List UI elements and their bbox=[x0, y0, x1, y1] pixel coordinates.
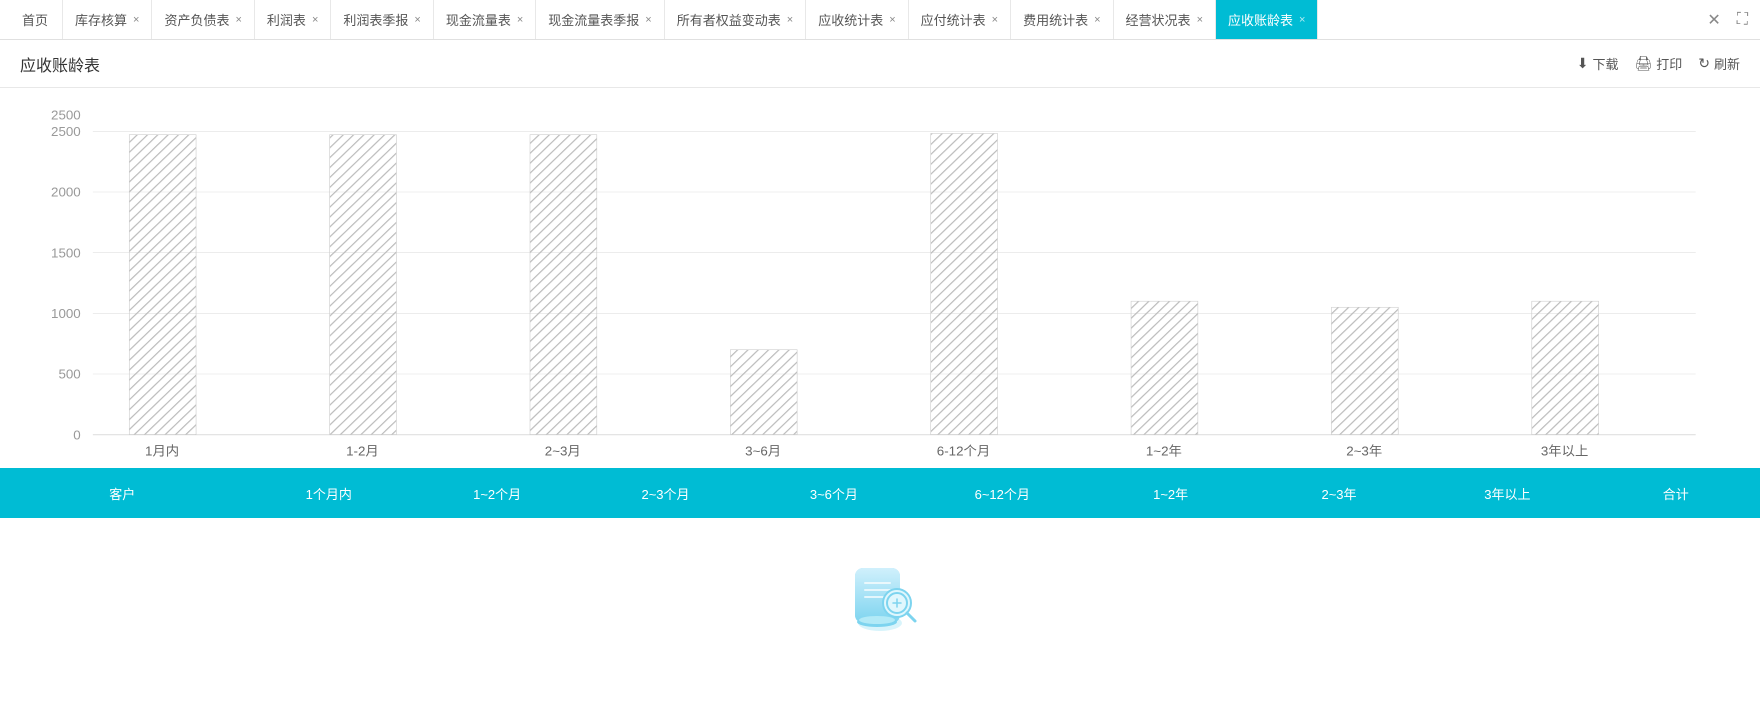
empty-state-icon bbox=[835, 548, 925, 638]
page-title: 应收账龄表 bbox=[20, 52, 100, 76]
tab-balance[interactable]: 资产负债表 × bbox=[152, 0, 254, 40]
tab-close-cashflow[interactable]: × bbox=[517, 14, 523, 26]
th-3year-plus: 3年以上 bbox=[1423, 484, 1591, 503]
svg-text:2000: 2000 bbox=[51, 185, 81, 200]
window-maximize-button[interactable]: ⛶ bbox=[1733, 7, 1752, 33]
tab-profit[interactable]: 利润表 × bbox=[255, 0, 331, 40]
tab-operation[interactable]: 经营状况表 × bbox=[1114, 0, 1216, 40]
tab-close-balance[interactable]: × bbox=[235, 14, 241, 26]
tab-close-operation[interactable]: × bbox=[1197, 14, 1203, 26]
refresh-icon: ↻ bbox=[1698, 55, 1710, 72]
table-header: 客户 1个月内 1~2个月 2~3个月 3~6个月 6~12个月 1~2年 2~… bbox=[0, 468, 1760, 518]
print-icon: 🖨 bbox=[1634, 55, 1652, 72]
download-button[interactable]: ⬇ 下载 bbox=[1577, 54, 1619, 73]
tab-profit-quarter[interactable]: 利润表季报 × bbox=[331, 0, 433, 40]
chart-area: 0 500 1000 1500 2000 2500 2500 2500 bbox=[0, 88, 1760, 468]
print-button[interactable]: 🖨 打印 bbox=[1634, 54, 1682, 73]
bar-1-2年 bbox=[1131, 301, 1198, 434]
tab-expense-stat[interactable]: 费用统计表 × bbox=[1011, 0, 1113, 40]
th-1-2year: 1~2年 bbox=[1086, 484, 1254, 503]
svg-text:2~3月: 2~3月 bbox=[545, 444, 581, 458]
tab-bar: 首页 库存核算 × 资产负债表 × 利润表 × 利润表季报 × 现金流量表 × … bbox=[0, 0, 1760, 40]
svg-text:2500: 2500 bbox=[51, 108, 81, 123]
tab-close-ar-aging[interactable]: × bbox=[1299, 14, 1305, 26]
page-actions: ⬇ 下载 🖨 打印 ↻ 刷新 bbox=[1577, 54, 1740, 73]
tab-close-equity[interactable]: × bbox=[787, 14, 793, 26]
tab-cashflow[interactable]: 现金流量表 × bbox=[434, 0, 536, 40]
bar-2-3年 bbox=[1331, 307, 1398, 434]
tab-close-ap-stat[interactable]: × bbox=[992, 14, 998, 26]
tab-cashflow-quarter[interactable]: 现金流量表季报 × bbox=[536, 0, 664, 40]
tab-close-cashflow-quarter[interactable]: × bbox=[645, 14, 651, 26]
main-content: 0 500 1000 1500 2000 2500 2500 2500 bbox=[0, 88, 1760, 720]
tab-close-inventory[interactable]: × bbox=[133, 14, 139, 26]
th-2-3month: 2~3个月 bbox=[581, 484, 749, 503]
tab-equity[interactable]: 所有者权益变动表 × bbox=[665, 0, 806, 40]
tab-close-profit-quarter[interactable]: × bbox=[414, 14, 420, 26]
svg-text:1000: 1000 bbox=[51, 306, 81, 321]
bar-1-2月 bbox=[330, 135, 397, 435]
bar-2-3月 bbox=[530, 135, 597, 435]
tab-close-ar-stat[interactable]: × bbox=[889, 14, 895, 26]
tab-inventory[interactable]: 库存核算 × bbox=[63, 0, 152, 40]
svg-text:6-12个月: 6-12个月 bbox=[937, 444, 990, 458]
th-total: 合计 bbox=[1592, 484, 1760, 503]
svg-text:2~3年: 2~3年 bbox=[1346, 444, 1382, 458]
svg-text:1-2月: 1-2月 bbox=[346, 444, 379, 458]
bar-1月内 bbox=[129, 135, 196, 435]
th-3-6month: 3~6个月 bbox=[750, 484, 918, 503]
svg-text:500: 500 bbox=[58, 367, 80, 382]
bar-6-12月 bbox=[931, 133, 998, 434]
svg-text:3年以上: 3年以上 bbox=[1541, 444, 1588, 458]
th-6-12month: 6~12个月 bbox=[918, 484, 1086, 503]
bar-3年以上 bbox=[1532, 301, 1599, 434]
refresh-button[interactable]: ↻ 刷新 bbox=[1698, 54, 1740, 73]
tab-ar-aging[interactable]: 应收账龄表 × bbox=[1216, 0, 1318, 40]
empty-state bbox=[0, 518, 1760, 678]
svg-text:0: 0 bbox=[73, 428, 80, 443]
tab-close-profit[interactable]: × bbox=[312, 14, 318, 26]
svg-text:1~2年: 1~2年 bbox=[1146, 444, 1182, 458]
svg-text:3~6月: 3~6月 bbox=[745, 444, 781, 458]
tab-home[interactable]: 首页 bbox=[8, 0, 63, 40]
tab-ar-stat[interactable]: 应收统计表 × bbox=[806, 0, 908, 40]
page-header: 应收账龄表 ⬇ 下载 🖨 打印 ↻ 刷新 bbox=[0, 40, 1760, 88]
bar-3-6月 bbox=[730, 350, 797, 435]
th-1-2month: 1~2个月 bbox=[413, 484, 581, 503]
svg-text:2500: 2500 bbox=[51, 124, 81, 139]
tab-ap-stat[interactable]: 应付统计表 × bbox=[909, 0, 1011, 40]
bar-chart: 0 500 1000 1500 2000 2500 2500 2500 bbox=[20, 108, 1720, 458]
window-actions: ✕ ⛶ bbox=[1703, 6, 1752, 34]
download-icon: ⬇ bbox=[1577, 55, 1589, 72]
th-2-3year: 2~3年 bbox=[1255, 484, 1423, 503]
th-customer: 客户 bbox=[0, 484, 245, 503]
window-close-button[interactable]: ✕ bbox=[1703, 6, 1724, 34]
th-1month: 1个月内 bbox=[245, 484, 413, 503]
tab-close-expense-stat[interactable]: × bbox=[1094, 14, 1100, 26]
svg-text:1月内: 1月内 bbox=[145, 444, 179, 458]
svg-text:1500: 1500 bbox=[51, 246, 81, 261]
